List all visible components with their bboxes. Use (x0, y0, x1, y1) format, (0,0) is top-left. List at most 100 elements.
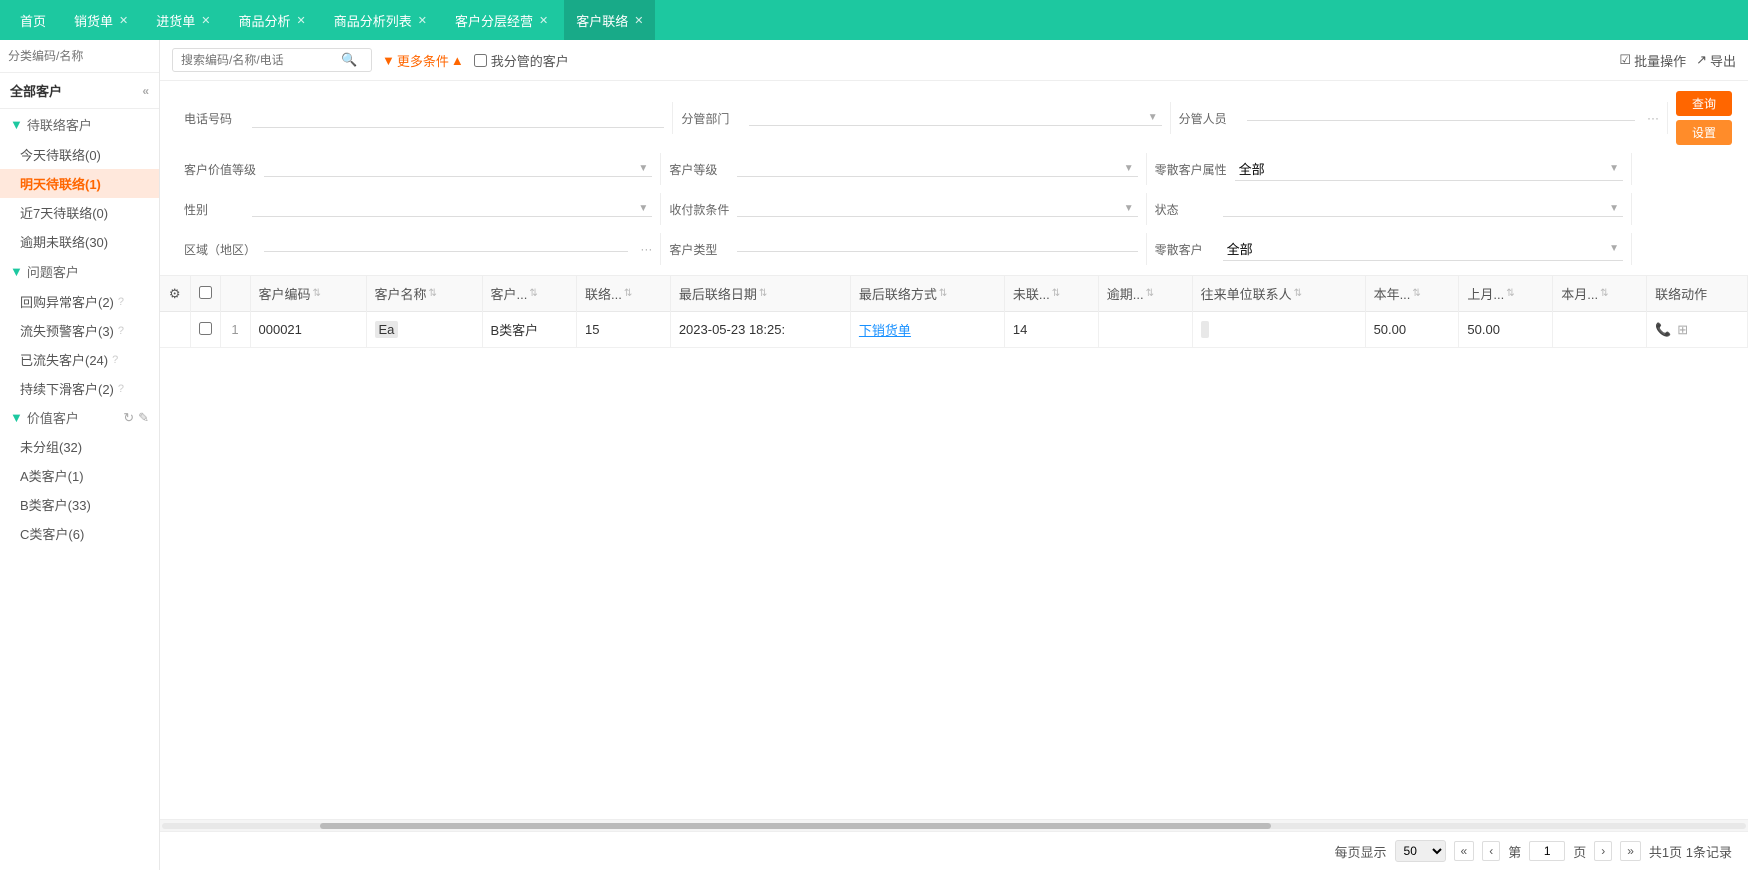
sort-last-month-icon[interactable]: ⇅ (1506, 288, 1514, 299)
collapse-icon[interactable]: « (142, 84, 149, 98)
nav-close-customer-contact[interactable]: ✕ (634, 14, 643, 27)
nav-close-product-analysis-list[interactable]: ✕ (418, 14, 427, 27)
sort-overdue-icon[interactable]: ⇅ (1146, 288, 1154, 299)
page-input[interactable] (1529, 841, 1565, 861)
gender-select[interactable]: ▼ (252, 201, 652, 217)
customer-value-level-select[interactable]: ▼ (264, 161, 652, 177)
phone-input[interactable] (252, 109, 664, 128)
filter-row-2: 客户价值等级 ▼ 客户等级 ▼ 零散客户属性 全部 (176, 153, 1732, 185)
customer-type-select[interactable] (737, 247, 1137, 252)
sidebar-item-ungrouped[interactable]: 未分组(32) (0, 432, 159, 461)
first-page-btn[interactable]: « (1454, 841, 1475, 861)
sidebar-group-value[interactable]: ▼ 价值客户 (10, 408, 79, 427)
sidebar-group-pending[interactable]: ▼ 待联络客户 (0, 109, 159, 140)
sidebar-item-repurchase-abnormal[interactable]: 回购异常客户(2) ? (0, 287, 159, 316)
sidebar-search-area: 🔍 (0, 40, 159, 73)
nav-product-analysis[interactable]: 商品分析 ✕ (226, 0, 317, 40)
filter-icon: ▼ (382, 53, 395, 68)
query-button[interactable]: 查询 (1676, 91, 1732, 116)
col-settings[interactable]: ⚙ (160, 276, 190, 312)
sort-code-icon[interactable]: ⇅ (313, 288, 321, 299)
nav-close-purchase-order[interactable]: ✕ (201, 14, 210, 27)
sidebar-item-churn-warning[interactable]: 流失预警客户(3) ? (0, 316, 159, 345)
scrollbar-thumb[interactable] (320, 823, 1270, 829)
row-check[interactable] (199, 322, 212, 335)
sidebar-item-churned[interactable]: 已流失客户(24) ? (0, 345, 159, 374)
payment-select[interactable]: ▼ (737, 201, 1137, 217)
horizontal-scrollbar[interactable] (160, 819, 1748, 831)
row-type: B类客户 (482, 312, 576, 348)
sort-contacts-icon[interactable]: ⇅ (1294, 288, 1302, 299)
export-btn[interactable]: ↗ 导出 (1696, 51, 1736, 70)
sidebar-search-input[interactable] (8, 49, 160, 63)
sort-method-icon[interactable]: ⇅ (939, 288, 947, 299)
col-customer-code: 客户编码 ⇅ (250, 276, 366, 312)
more-conditions-btn[interactable]: ▼ 更多条件 ▲ (382, 51, 464, 70)
reset-button[interactable]: 设置 (1676, 120, 1732, 145)
batch-op-btn[interactable]: ☑ 批量操作 (1619, 51, 1686, 70)
filter-customer-value-level: 客户价值等级 ▼ (176, 153, 661, 185)
sidebar: 🔍 全部客户 « ▼ 待联络客户 今天待联络(0) 明天待联络(1) 近7天待联… (0, 40, 160, 870)
page-size-select[interactable]: 50 100 200 (1395, 840, 1446, 862)
nav-sales-order[interactable]: 销货单 ✕ (62, 0, 140, 40)
col-checkbox[interactable] (190, 276, 220, 312)
nav-close-customer-layered[interactable]: ✕ (539, 14, 548, 27)
nav-purchase-order[interactable]: 进货单 ✕ (144, 0, 222, 40)
arrow-icon-3: ▼ (10, 410, 23, 425)
filter-retail-customer: 零散客户 全部 ▼ (1147, 233, 1632, 265)
last-page-btn[interactable]: » (1620, 841, 1641, 861)
sidebar-item-declining[interactable]: 持续下滑客户(2) ? (0, 374, 159, 403)
next-page-btn[interactable]: › (1594, 841, 1612, 861)
sort-this-month-icon[interactable]: ⇅ (1600, 288, 1608, 299)
my-customers-checkbox[interactable]: 我分管的客户 (474, 51, 569, 70)
status-select[interactable]: ▼ (1223, 201, 1623, 217)
nav-customer-contact[interactable]: 客户联络 ✕ (564, 0, 655, 40)
col-unreached: 未联... ⇅ (1004, 276, 1098, 312)
nav-close-product-analysis[interactable]: ✕ (297, 14, 306, 27)
sidebar-item-7days-pending[interactable]: 近7天待联络(0) (0, 198, 159, 227)
scrollbar-track (162, 823, 1746, 829)
sidebar-item-class-a[interactable]: A类客户(1) (0, 461, 159, 490)
retail-attr-select[interactable]: 全部 ▼ (1235, 157, 1623, 181)
sidebar-item-class-b[interactable]: B类客户(33) (0, 490, 159, 519)
nav-close-sales-order[interactable]: ✕ (119, 14, 128, 27)
row-this-month (1553, 312, 1647, 348)
sidebar-item-today-pending[interactable]: 今天待联络(0) (0, 140, 159, 169)
sidebar-all-customers[interactable]: 全部客户 « (0, 73, 159, 109)
sort-date-icon[interactable]: ⇅ (759, 288, 767, 299)
region-more[interactable]: ··· (640, 242, 652, 256)
row-checkbox[interactable] (190, 312, 220, 348)
branch-person-select[interactable] (1247, 116, 1635, 121)
region-select[interactable] (264, 247, 628, 252)
sidebar-item-class-c[interactable]: C类客户(6) (0, 519, 159, 548)
dropdown-arrow-1: ▼ (1148, 112, 1158, 123)
sort-this-year-icon[interactable]: ⇅ (1412, 288, 1420, 299)
search-icon[interactable]: 🔍 (341, 52, 357, 68)
edit-value-icon[interactable]: ✎ (138, 410, 149, 426)
col-no (220, 276, 250, 312)
customer-level-select[interactable]: ▼ (737, 161, 1137, 177)
nav-customer-layered[interactable]: 客户分层经营 ✕ (443, 0, 560, 40)
col-customer-name: 客户名称 ⇅ (366, 276, 482, 312)
nav-home[interactable]: 首页 (8, 0, 58, 40)
refresh-value-icon[interactable]: ↻ (123, 410, 134, 426)
sort-contact-icon[interactable]: ⇅ (624, 288, 632, 299)
select-all-checkbox[interactable] (199, 286, 212, 299)
retail-customer-select[interactable]: 全部 ▼ (1223, 237, 1623, 261)
my-customers-check[interactable] (474, 54, 487, 67)
sidebar-item-overdue-pending[interactable]: 逾期未联络(30) (0, 227, 159, 256)
sort-unreached-icon[interactable]: ⇅ (1052, 288, 1060, 299)
branch-dept-select[interactable]: ▼ (749, 110, 1161, 126)
prev-page-btn[interactable]: ‹ (1482, 841, 1500, 861)
action-qr-icon[interactable]: ⊞ (1677, 322, 1688, 338)
sort-type-icon[interactable]: ⇅ (529, 288, 537, 299)
branch-person-more[interactable]: ··· (1647, 111, 1659, 125)
col-last-contact-method: 最后联络方式 ⇅ (850, 276, 1004, 312)
sort-name-icon[interactable]: ⇅ (429, 288, 437, 299)
search-input[interactable] (181, 53, 341, 67)
sidebar-item-tomorrow-pending[interactable]: 明天待联络(1) (0, 169, 159, 198)
sidebar-group-problem[interactable]: ▼ 问题客户 (0, 256, 159, 287)
nav-product-analysis-list[interactable]: 商品分析列表 ✕ (322, 0, 439, 40)
search-bar: 🔍 ▼ 更多条件 ▲ 我分管的客户 ☑ 批量操作 ↗ 导出 (160, 40, 1748, 81)
action-phone-icon[interactable]: 📞 (1655, 322, 1671, 338)
